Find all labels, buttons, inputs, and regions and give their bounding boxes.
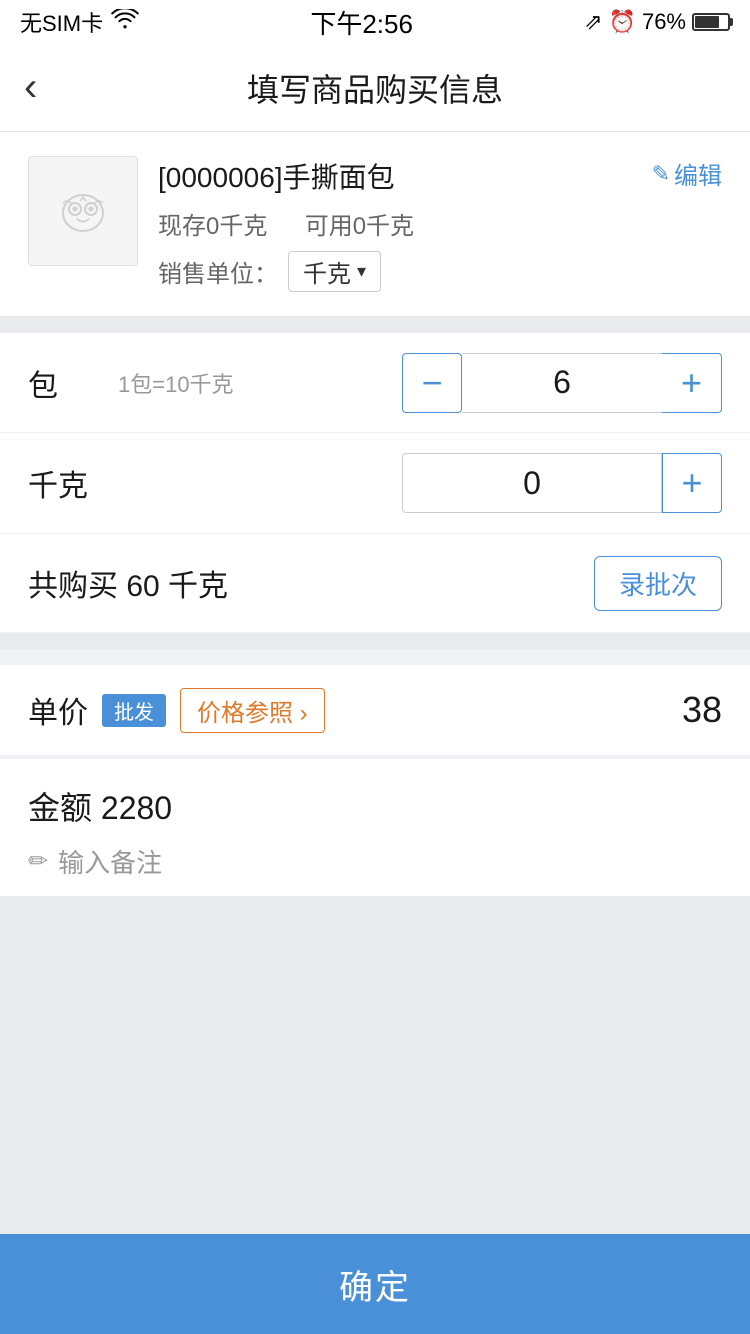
product-logo xyxy=(53,181,113,241)
back-button[interactable]: ‹ xyxy=(24,65,37,110)
input-section: 包 1包=10千克 − + 千克 + 共购买 60 千克 录批次 xyxy=(0,333,750,633)
product-image xyxy=(28,156,138,266)
divider-1 xyxy=(0,317,750,333)
product-card: [0000006]手撕面包 现存0千克 可用0千克 销售单位： 千克 ▾ ✎ 编… xyxy=(0,132,750,317)
edit-icon: ✎ xyxy=(652,161,670,187)
status-left: 无SIM卡 xyxy=(20,6,139,38)
price-value: 38 xyxy=(682,689,722,731)
carrier-text: 无SIM卡 xyxy=(20,6,103,38)
price-ref-button[interactable]: 价格参照 › xyxy=(180,688,325,733)
note-row[interactable]: ✏ 输入备注 xyxy=(28,843,722,880)
product-info: [0000006]手撕面包 现存0千克 可用0千克 销售单位： 千克 ▾ xyxy=(158,156,722,292)
bao-controls: − + xyxy=(402,353,722,413)
note-icon: ✏ xyxy=(28,847,48,876)
note-placeholder: 输入备注 xyxy=(58,843,162,880)
status-right: ⇗ ⏰ 76% xyxy=(584,9,730,35)
status-time: 下午2:56 xyxy=(310,4,413,41)
divider-2 xyxy=(0,633,750,649)
edit-button[interactable]: ✎ 编辑 xyxy=(652,156,722,191)
amount-label: 金额 2280 xyxy=(28,783,722,829)
page-title: 填写商品购买信息 xyxy=(247,65,503,111)
batch-button[interactable]: 录批次 xyxy=(594,556,722,611)
bao-minus-button[interactable]: − xyxy=(402,353,462,413)
total-row: 共购买 60 千克 录批次 xyxy=(0,533,750,633)
price-section: 单价 批发 价格参照 › 38 xyxy=(0,665,750,755)
qianke-controls: + xyxy=(402,453,722,513)
product-name: [0000006]手撕面包 xyxy=(158,156,722,196)
nav-bar: ‹ 填写商品购买信息 xyxy=(0,44,750,132)
wifi-icon xyxy=(111,9,139,35)
confirm-button[interactable]: 确定 xyxy=(0,1234,750,1334)
back-icon: ‹ xyxy=(24,65,37,109)
main-content-spacer xyxy=(0,896,750,1234)
unit-selector[interactable]: 千克 ▾ xyxy=(288,251,381,292)
product-unit-row: 销售单位： 千克 ▾ xyxy=(158,251,722,292)
total-text: 共购买 60 千克 xyxy=(28,561,228,605)
qianke-label: 千克 xyxy=(28,461,108,505)
status-bar: 无SIM卡 下午2:56 ⇗ ⏰ 76% xyxy=(0,0,750,44)
unit-dropdown-icon: ▾ xyxy=(357,261,366,282)
price-row: 单价 批发 价格参照 › 38 xyxy=(0,665,750,755)
qianke-input[interactable] xyxy=(402,453,662,513)
edit-label: 编辑 xyxy=(674,156,722,191)
location-icon: ⇗ xyxy=(584,9,602,35)
bao-input-row: 包 1包=10千克 − + xyxy=(0,333,750,433)
alarm-icon: ⏰ xyxy=(609,9,636,35)
price-tag: 批发 xyxy=(102,694,166,727)
product-stock: 现存0千克 可用0千克 xyxy=(158,206,722,241)
amount-section: 金额 2280 ✏ 输入备注 xyxy=(0,759,750,896)
bao-plus-button[interactable]: + xyxy=(662,353,722,413)
unit-label: 销售单位： xyxy=(158,254,278,289)
unit-value: 千克 xyxy=(303,254,351,289)
battery-icon xyxy=(692,13,730,31)
bao-label: 包 xyxy=(28,361,108,405)
price-label: 单价 xyxy=(28,688,88,732)
stock-text: 现存0千克 xyxy=(158,213,267,240)
qianke-input-row: 千克 + xyxy=(0,433,750,533)
qianke-plus-button[interactable]: + xyxy=(662,453,722,513)
battery-text: 76% xyxy=(642,9,686,35)
bao-sub-label: 1包=10千克 xyxy=(118,367,402,399)
available-text: 可用0千克 xyxy=(305,213,414,240)
bao-input[interactable] xyxy=(462,353,662,413)
